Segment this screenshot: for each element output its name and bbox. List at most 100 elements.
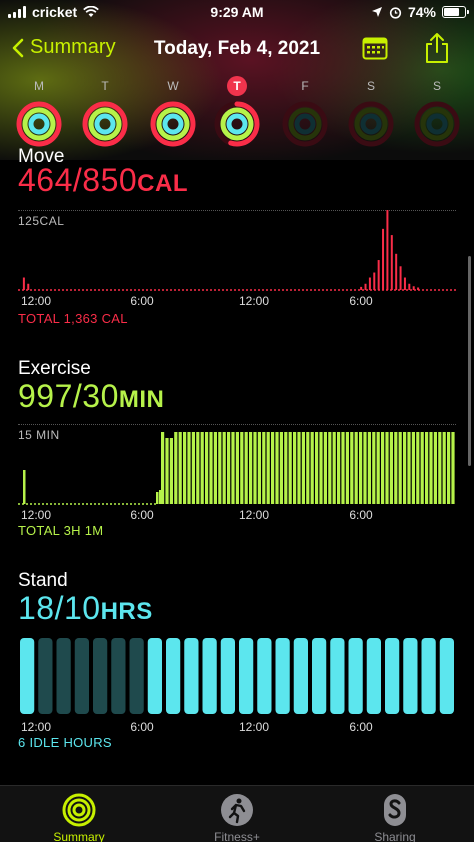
move-bar (395, 253, 398, 290)
exercise-bar (178, 432, 182, 504)
day-letter: W (167, 79, 179, 93)
day-letter: S (432, 79, 441, 93)
exercise-bar (297, 432, 301, 504)
stand-hour-bar (38, 638, 53, 714)
move-bar (377, 260, 380, 290)
day-letter: T (227, 76, 247, 96)
move-bar (368, 277, 371, 290)
exercise-bar (438, 432, 442, 504)
time-label: 6:00 (130, 294, 154, 308)
exercise-bar (235, 432, 239, 504)
tab-summary[interactable]: Summary (24, 792, 134, 842)
exercise-bar (332, 432, 336, 504)
exercise-section: Exercise 997/30MIN 15 MIN 12:00 6:00 12:… (0, 356, 474, 546)
stand-time-axis: 12:00 6:00 12:00 6:00 (18, 720, 456, 734)
time-label: 6:00 (130, 508, 154, 522)
exercise-bar (416, 432, 420, 504)
exercise-value: 997/30MIN (18, 378, 165, 414)
stand-hour-bar (220, 638, 235, 714)
exercise-bar (367, 432, 371, 504)
calendar-button[interactable] (362, 36, 388, 65)
time-label: 6:00 (349, 508, 373, 522)
exercise-bar (244, 432, 248, 504)
move-bar (27, 283, 30, 290)
share-button[interactable] (424, 32, 450, 69)
exercise-bar (411, 432, 415, 504)
exercise-bar (319, 432, 323, 504)
exercise-bar (165, 438, 169, 504)
stand-hour-bar (56, 638, 71, 714)
exercise-bar (389, 432, 393, 504)
stand-hour-bar (129, 638, 144, 714)
exercise-bar (169, 438, 173, 504)
move-bar (403, 277, 406, 290)
time-label: 12:00 (238, 720, 270, 734)
exercise-bar (266, 432, 270, 504)
exercise-bar (222, 432, 226, 504)
day-letter: T (101, 79, 109, 93)
scroll-indicator[interactable] (468, 256, 471, 466)
stand-hour-bar (202, 638, 217, 714)
fitness-runner-icon (221, 794, 253, 826)
exercise-bar (284, 432, 288, 504)
exercise-bar (200, 432, 204, 504)
time-label: 12:00 (20, 294, 52, 308)
stand-hour-bar (330, 638, 345, 714)
tab-bar: Summary Fitness+ Sharing (0, 785, 474, 842)
move-chart (18, 210, 456, 291)
exercise-bar (354, 432, 358, 504)
tab-fitness-plus[interactable]: Fitness+ (182, 792, 292, 842)
time-label: 6:00 (349, 720, 373, 734)
stand-hour-bar (439, 638, 454, 714)
stand-label: Stand (18, 570, 68, 591)
exercise-bar (363, 432, 367, 504)
stand-value: 18/10HRS (18, 590, 153, 626)
exercise-bar (271, 432, 275, 504)
tab-fitness-plus-label: Fitness+ (214, 830, 260, 842)
exercise-bar (187, 432, 191, 504)
exercise-bar (341, 432, 345, 504)
exercise-bar (433, 432, 437, 504)
time-label: 6:00 (130, 720, 154, 734)
stand-hour-bar (239, 638, 254, 714)
stand-hour-bar (93, 638, 108, 714)
exercise-bar (310, 432, 314, 504)
exercise-bar (372, 432, 376, 504)
exercise-bar (407, 432, 411, 504)
exercise-bar (213, 432, 217, 504)
alarm-icon (389, 6, 402, 19)
exercise-bar (442, 432, 446, 504)
move-value: 464/850CAL (18, 162, 188, 198)
exercise-bar (174, 432, 178, 504)
exercise-unit: MIN (118, 386, 165, 413)
move-total: TOTAL 1,363 CAL (18, 311, 128, 326)
exercise-bar (161, 432, 165, 504)
navigation-bar: Summary Today, Feb 4, 2021 (0, 32, 474, 68)
exercise-bar (156, 492, 159, 504)
move-unit: CAL (137, 170, 188, 197)
summary-rings-icon (62, 793, 96, 827)
tab-sharing-label: Sharing (374, 830, 416, 842)
move-bar (390, 235, 393, 290)
move-bar (360, 286, 363, 290)
exercise-bar (257, 432, 261, 504)
exercise-bar (205, 432, 209, 504)
exercise-bar (288, 432, 292, 504)
exercise-bar (218, 432, 222, 504)
exercise-bar (23, 470, 26, 504)
exercise-label: Exercise (18, 358, 91, 379)
exercise-bar (301, 432, 305, 504)
tab-sharing[interactable]: Sharing (340, 792, 450, 842)
exercise-bar (350, 432, 354, 504)
time-label: 12:00 (238, 508, 270, 522)
exercise-bar (420, 432, 424, 504)
day-letter: F (301, 79, 309, 93)
move-bar (408, 283, 411, 290)
time-label: 12:00 (238, 294, 270, 308)
stand-hour-bar (348, 638, 363, 714)
exercise-bar (279, 432, 283, 504)
location-arrow-icon (371, 7, 382, 17)
exercise-bar (315, 432, 319, 504)
stand-hour-bar (74, 638, 89, 714)
stand-hour-bar (166, 638, 181, 714)
